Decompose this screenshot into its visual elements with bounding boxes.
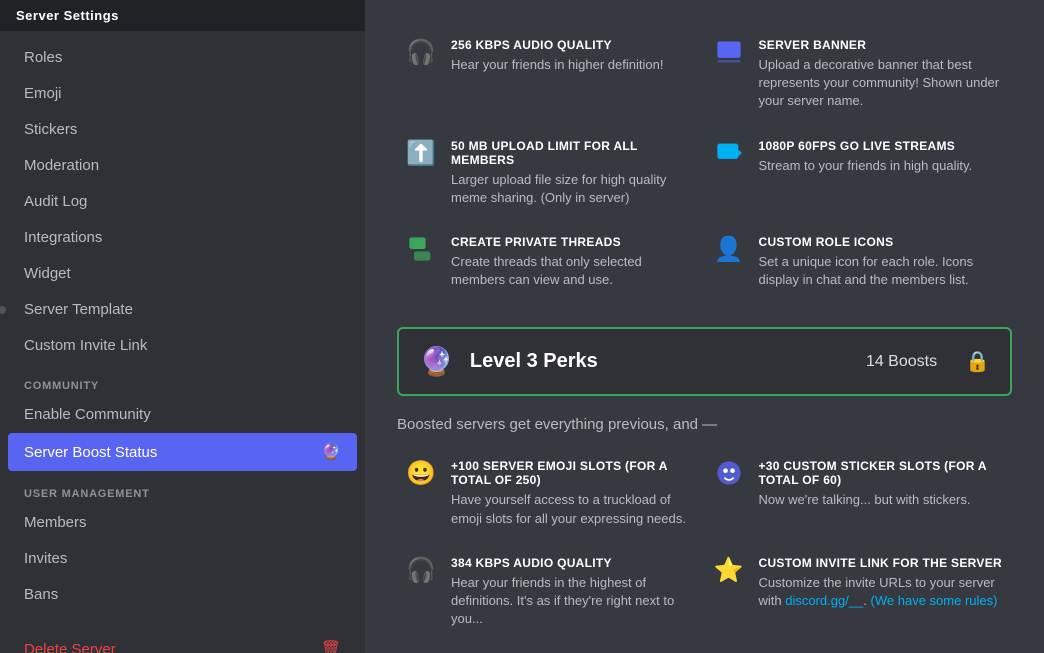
role-icon: 👤 (713, 235, 745, 264)
perk-audio-quality: 🎧 256 KBPS AUDIO QUALITY Hear your frien… (397, 24, 705, 125)
sticker-icon (713, 459, 745, 494)
top-perks-grid: 🎧 256 KBPS AUDIO QUALITY Hear your frien… (397, 24, 1012, 303)
perk-custom-invite: ⭐ CUSTOM INVITE LINK FOR THE SERVER Cust… (705, 542, 1013, 643)
community-section-label: COMMUNITY (0, 364, 365, 396)
lock-icon: 🔒 (965, 349, 990, 374)
boosted-intro-text: Boosted servers get everything previous,… (397, 416, 1012, 433)
sidebar-item-server-boost-status[interactable]: Server Boost Status 🔮 (8, 433, 357, 471)
sidebar-item-stickers[interactable]: Stickers (8, 112, 357, 147)
perk-emoji-slots: 😀 +100 SERVER EMOJI SLOTS (FOR A TOTAL O… (397, 445, 705, 541)
thread-icon (405, 235, 437, 270)
sidebar-item-widget[interactable]: Widget (8, 256, 357, 291)
sidebar-item-roles[interactable]: Roles (8, 40, 357, 75)
level3-icon: 🔮 (419, 345, 454, 378)
headphone-384-icon: 🎧 (405, 556, 437, 585)
sidebar-header: Server Settings (0, 0, 365, 31)
rules-link[interactable]: (We have some rules) (871, 593, 998, 608)
stream-icon (713, 139, 745, 174)
sidebar-item-server-template[interactable]: Server Template (8, 292, 357, 327)
sidebar-item-enable-community[interactable]: Enable Community (8, 397, 357, 432)
banner-icon (713, 38, 745, 73)
star-icon: ⭐ (713, 556, 745, 585)
sidebar-item-custom-invite-link[interactable]: Custom Invite Link (8, 328, 357, 363)
perk-sticker-slots: +30 CUSTOM STICKER SLOTS (FOR A TOTAL OF… (705, 445, 1013, 541)
bottom-perks-grid: 😀 +100 SERVER EMOJI SLOTS (FOR A TOTAL O… (397, 445, 1012, 653)
user-management-section-label: USER MANAGEMENT (0, 472, 365, 504)
emoji-icon: 😀 (405, 459, 437, 488)
trash-icon: 🗑 (321, 639, 341, 653)
perk-role-icons: 👤 CUSTOM ROLE ICONS Set a unique icon fo… (705, 221, 1013, 303)
perk-go-live: 1080P 60FPS GO LIVE STREAMS Stream to yo… (705, 125, 1013, 221)
level3-boosts: 14 Boosts (866, 353, 937, 371)
perk-private-threads: CREATE PRIVATE THREADS Create threads th… (397, 221, 705, 303)
sidebar-item-invites[interactable]: Invites (8, 541, 357, 576)
sidebar-item-members[interactable]: Members (8, 505, 357, 540)
upload-icon: ⬆️ (405, 139, 437, 168)
perk-animated-banner: GIF ANIMATED SERVER BANNER Gives the opt… (705, 642, 1013, 653)
sidebar-item-moderation[interactable]: Moderation (8, 148, 357, 183)
sidebar-item-emoji[interactable]: Emoji (8, 76, 357, 111)
headphone-icon: 🎧 (405, 38, 437, 67)
sidebar-item-integrations[interactable]: Integrations (8, 220, 357, 255)
sidebar-item-audit-log[interactable]: Audit Log (8, 184, 357, 219)
perk-audio-quality-384: 🎧 384 KBPS AUDIO QUALITY Hear your frien… (397, 542, 705, 643)
perk-upload-100mb: ⬆️ 100 MB UPLOAD LIMIT FOR ALL MEMBERS T… (397, 642, 705, 653)
perk-server-banner: SERVER BANNER Upload a decorative banner… (705, 24, 1013, 125)
sidebar-item-bans[interactable]: Bans (8, 577, 357, 612)
main-content: 🎧 256 KBPS AUDIO QUALITY Hear your frien… (365, 0, 1044, 653)
boost-icon: 🔮 (321, 442, 341, 462)
level3-perks-box: 🔮 Level 3 Perks 14 Boosts 🔒 (397, 327, 1012, 396)
sidebar: Server Settings Roles Emoji Stickers Mod… (0, 0, 365, 653)
sidebar-item-delete-server[interactable]: Delete Server 🗑 (8, 630, 357, 653)
perk-upload-limit: ⬆️ 50 MB UPLOAD LIMIT FOR ALL MEMBERS La… (397, 125, 705, 221)
level3-title: Level 3 Perks (470, 350, 850, 373)
